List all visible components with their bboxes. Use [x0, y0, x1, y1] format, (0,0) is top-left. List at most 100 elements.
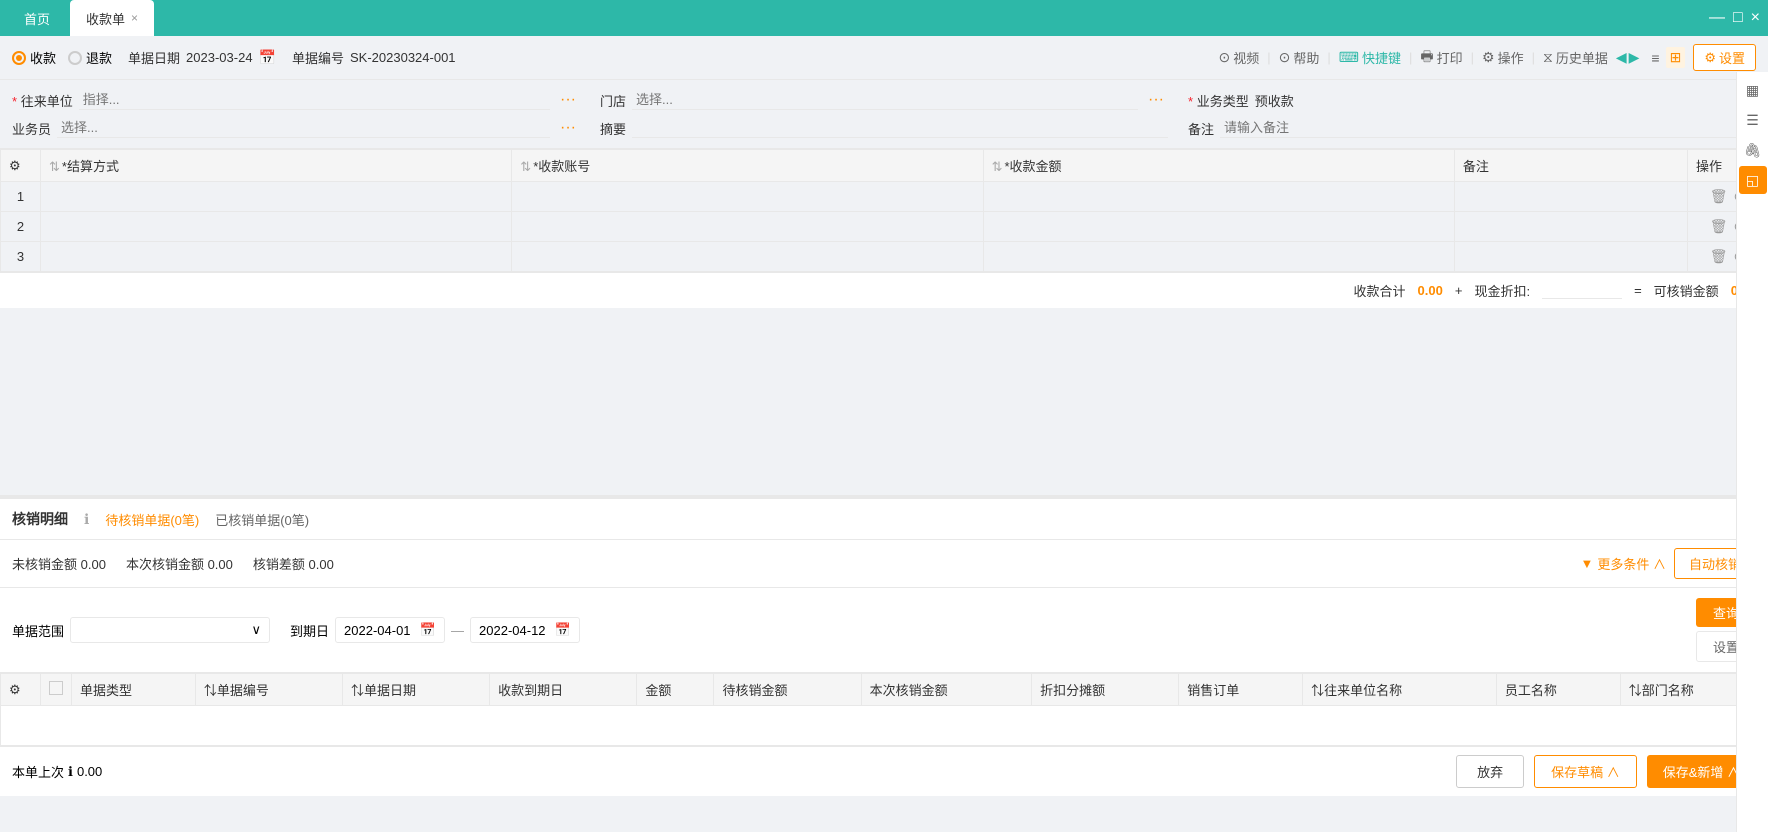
business-type-value: 预收款 [1255, 91, 1294, 110]
col-discount: 折扣分摊额 [1032, 674, 1179, 706]
available-label: 可核销金额 [1654, 281, 1719, 300]
settings-label: 设置 [1719, 48, 1745, 67]
col-pending-amount: 待核销金额 [714, 674, 861, 706]
gear-header[interactable]: ⚙ [1, 150, 41, 182]
window-max-icon[interactable]: □ [1733, 9, 1743, 27]
store-field: 门店 ··· [600, 90, 1168, 110]
right-panel-table-icon[interactable]: ▦ [1739, 76, 1767, 104]
calendar-to-icon[interactable]: 📅 [555, 622, 571, 638]
col-due-date: 收款到期日 [490, 674, 637, 706]
date-to-box[interactable]: 2022-04-12 📅 [470, 617, 580, 643]
empty-row [1, 706, 1768, 746]
row-1-remark[interactable] [1454, 182, 1687, 212]
row-2-account[interactable] [512, 212, 983, 242]
remark-input[interactable] [1220, 118, 1756, 138]
col-header-settlement: ⇅*结算方式 [41, 150, 512, 182]
help-btn[interactable]: ⊙ 帮助 [1279, 48, 1320, 67]
tab-close-icon[interactable]: × [131, 11, 138, 25]
view-list-icon[interactable]: ≡ [1647, 48, 1663, 68]
tab-active[interactable]: 收款单 × [70, 0, 154, 36]
bottom-info-icon[interactable]: ℹ [68, 764, 73, 780]
window-min-icon[interactable]: — [1709, 9, 1725, 27]
settings-button[interactable]: ⚙ 设置 [1693, 44, 1756, 71]
sep1: | [1267, 50, 1270, 65]
table-row: 1 🗑 ⊕ [1, 182, 1768, 212]
pending-tab[interactable]: 待核销单据(0笔) [105, 510, 199, 529]
bottom-gear-header[interactable]: ⚙ [1, 674, 41, 706]
date-label: 单据日期 [128, 48, 180, 67]
summary-input[interactable] [632, 118, 1168, 138]
total-value: 0.00 [1418, 283, 1443, 298]
help-icon: ⊙ [1279, 49, 1291, 66]
nav-prev-icon[interactable]: ◀ [1616, 49, 1627, 66]
store-input[interactable] [632, 90, 1138, 110]
staff-field: 业务员 ··· [12, 118, 580, 138]
draft-btn[interactable]: 保存草稿 ∧ [1534, 755, 1637, 788]
row-3-amount[interactable] [983, 242, 1454, 272]
bottom-table-wrap: ⚙ 单据类型 ⇅单据编号 ⇅单据日期 收款到期日 金额 待核销金额 本次核销金额… [0, 673, 1768, 746]
business-type-field: * 业务类型 预收款 ∨ [1188, 91, 1756, 110]
row-2-remark[interactable] [1454, 212, 1687, 242]
done-tab[interactable]: 已核销单据(0笔) [215, 510, 309, 529]
abandon-btn[interactable]: 放弃 [1456, 755, 1524, 788]
right-panel-attach-icon[interactable]: 🖇 [1739, 136, 1767, 164]
plus-label: + [1455, 283, 1463, 298]
counterparty-more-icon[interactable]: ··· [556, 91, 580, 109]
operate-icon: ⚙ [1482, 49, 1495, 66]
calendar-from-icon[interactable]: 📅 [420, 622, 436, 638]
row-3-delete-icon[interactable]: 🗑 [1710, 248, 1728, 265]
range-select[interactable]: ∨ [70, 617, 270, 643]
counterparty-field: * 往来单位 ··· [12, 90, 580, 110]
row-3-remark[interactable] [1454, 242, 1687, 272]
writeoff-header: 核销明细 ℹ 待核销单据(0笔) 已核销单据(0笔) [0, 499, 1768, 540]
print-icon: 🖶 [1420, 46, 1433, 70]
radio-receive[interactable]: 收款 [12, 48, 56, 67]
help-label: 帮助 [1293, 48, 1319, 67]
radio-receive-label: 收款 [30, 48, 56, 67]
row-3-account[interactable] [512, 242, 983, 272]
staff-more-icon[interactable]: ··· [556, 119, 580, 137]
row-2-delete-icon[interactable]: 🗑 [1710, 218, 1728, 235]
discount-input[interactable] [1542, 283, 1622, 299]
counterparty-input[interactable] [79, 90, 550, 110]
row-3-settlement[interactable] [41, 242, 512, 272]
right-panel-expand-icon[interactable]: ◱ [1739, 166, 1767, 194]
row-1-amount[interactable] [983, 182, 1454, 212]
sep4: | [1471, 50, 1474, 65]
staff-input[interactable] [57, 118, 550, 138]
row-2-amount[interactable] [983, 212, 1454, 242]
window-close-icon[interactable]: × [1751, 9, 1760, 27]
writeoff-info-icon[interactable]: ℹ [84, 511, 89, 528]
history-btn[interactable]: ⧖ 历史单据 [1543, 48, 1608, 67]
date-from-box[interactable]: 2022-04-01 📅 [335, 617, 445, 643]
select-all-checkbox[interactable] [49, 681, 63, 695]
operate-btn[interactable]: ⚙ 操作 [1482, 48, 1524, 67]
total-label: 收款合计 [1354, 281, 1406, 300]
date-calendar-icon[interactable]: 📅 [259, 49, 276, 66]
shortcut-icon: ⌨ [1339, 49, 1359, 66]
row-1-account[interactable] [512, 182, 983, 212]
bottom-actions: 放弃 保存草稿 ∧ 保存&新增 ∧ [1456, 755, 1756, 788]
right-panel-list-icon[interactable]: ☰ [1739, 106, 1767, 134]
bottom-table-header: ⚙ 单据类型 ⇅单据编号 ⇅单据日期 收款到期日 金额 待核销金额 本次核销金额… [1, 674, 1768, 706]
history-label: 历史单据 [1556, 48, 1608, 67]
row-1-delete-icon[interactable]: 🗑 [1710, 188, 1728, 205]
radio-refund-label: 退款 [86, 48, 112, 67]
duedate-field: 到期日 2022-04-01 📅 — 2022-04-12 📅 [290, 617, 580, 643]
row-1-settlement[interactable] [41, 182, 512, 212]
video-btn[interactable]: ⊙ 视频 [1219, 48, 1260, 67]
tab-home[interactable]: 首页 [8, 0, 66, 36]
radio-refund[interactable]: 退款 [68, 48, 112, 67]
filter-icon: ▼ [1580, 556, 1593, 571]
more-filter-btn[interactable]: ▼ 更多条件 ∧ [1580, 554, 1666, 573]
col-counterparty: ⇅往来单位名称 [1303, 674, 1497, 706]
nav-next-icon[interactable]: ▶ [1629, 49, 1640, 66]
view-grid-icon[interactable]: ⊞ [1666, 47, 1686, 68]
row-2-settlement[interactable] [41, 212, 512, 242]
current-writeoff-amount: 本次核销金额 0.00 [126, 554, 233, 573]
print-btn[interactable]: 🖶 打印 [1420, 46, 1462, 70]
current-writeoff-value: 0.00 [208, 557, 233, 572]
shortcut-btn[interactable]: ⌨ 快捷键 [1339, 48, 1401, 67]
right-panel: ▦ ☰ 🖇 ◱ [1736, 72, 1768, 832]
store-more-icon[interactable]: ··· [1144, 91, 1168, 109]
